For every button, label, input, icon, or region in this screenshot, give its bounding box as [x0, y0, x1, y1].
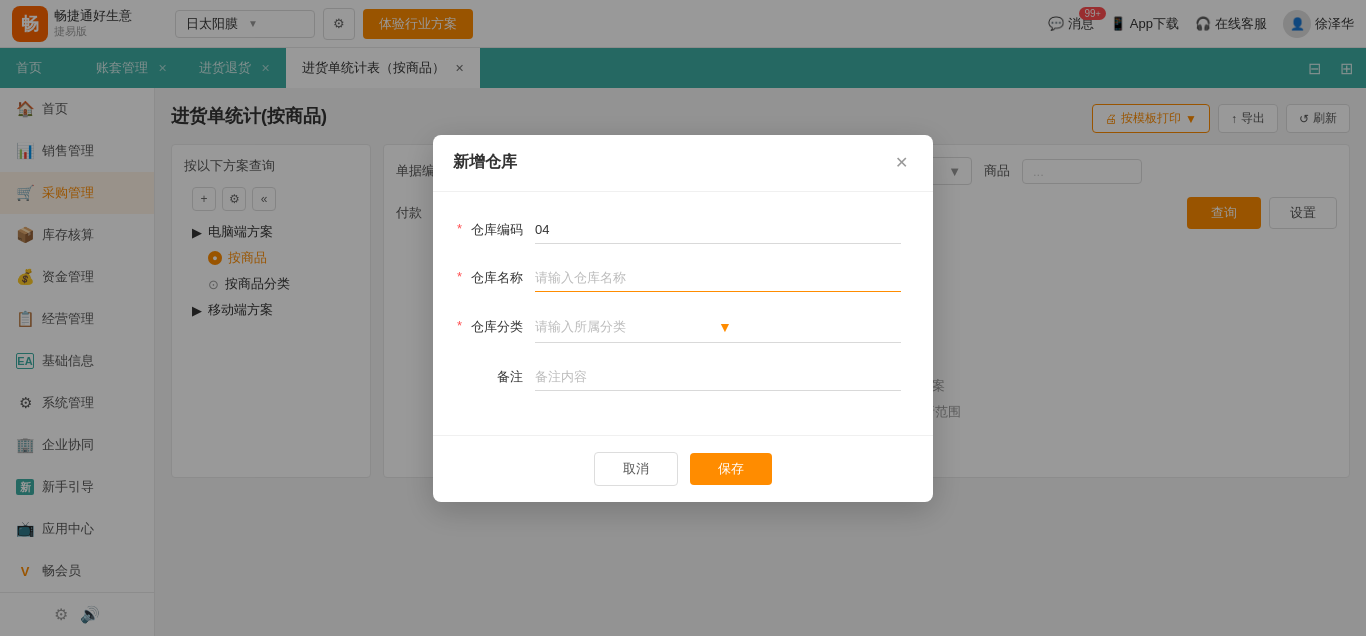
category-select[interactable]: 请输入所属分类 ▼: [535, 312, 901, 343]
note-label: 备注: [465, 368, 535, 386]
note-input[interactable]: [535, 363, 901, 391]
modal-title: 新增仓库: [453, 152, 517, 173]
category-dropdown-icon: ▼: [718, 319, 901, 335]
code-input[interactable]: [535, 216, 901, 244]
modal-header: 新增仓库 ✕: [433, 135, 933, 192]
warehouse-note-row: 备注: [465, 363, 901, 391]
modal-footer: 取消 保存: [433, 435, 933, 502]
warehouse-code-row: 仓库编码: [465, 216, 901, 244]
name-label: 仓库名称: [465, 269, 535, 287]
category-label: 仓库分类: [465, 318, 535, 336]
new-warehouse-modal: 新增仓库 ✕ 仓库编码 仓库名称 仓库分类 请输入所属分类 ▼: [433, 135, 933, 502]
name-input[interactable]: [535, 264, 901, 292]
modal-close-button[interactable]: ✕: [889, 151, 913, 175]
modal-body: 仓库编码 仓库名称 仓库分类 请输入所属分类 ▼ 备注: [433, 192, 933, 435]
code-label: 仓库编码: [465, 221, 535, 239]
category-placeholder: 请输入所属分类: [535, 318, 718, 336]
save-button[interactable]: 保存: [690, 453, 772, 485]
warehouse-category-row: 仓库分类 请输入所属分类 ▼: [465, 312, 901, 343]
modal-overlay: 新增仓库 ✕ 仓库编码 仓库名称 仓库分类 请输入所属分类 ▼: [0, 0, 1366, 636]
cancel-button[interactable]: 取消: [594, 452, 678, 486]
warehouse-name-row: 仓库名称: [465, 264, 901, 292]
